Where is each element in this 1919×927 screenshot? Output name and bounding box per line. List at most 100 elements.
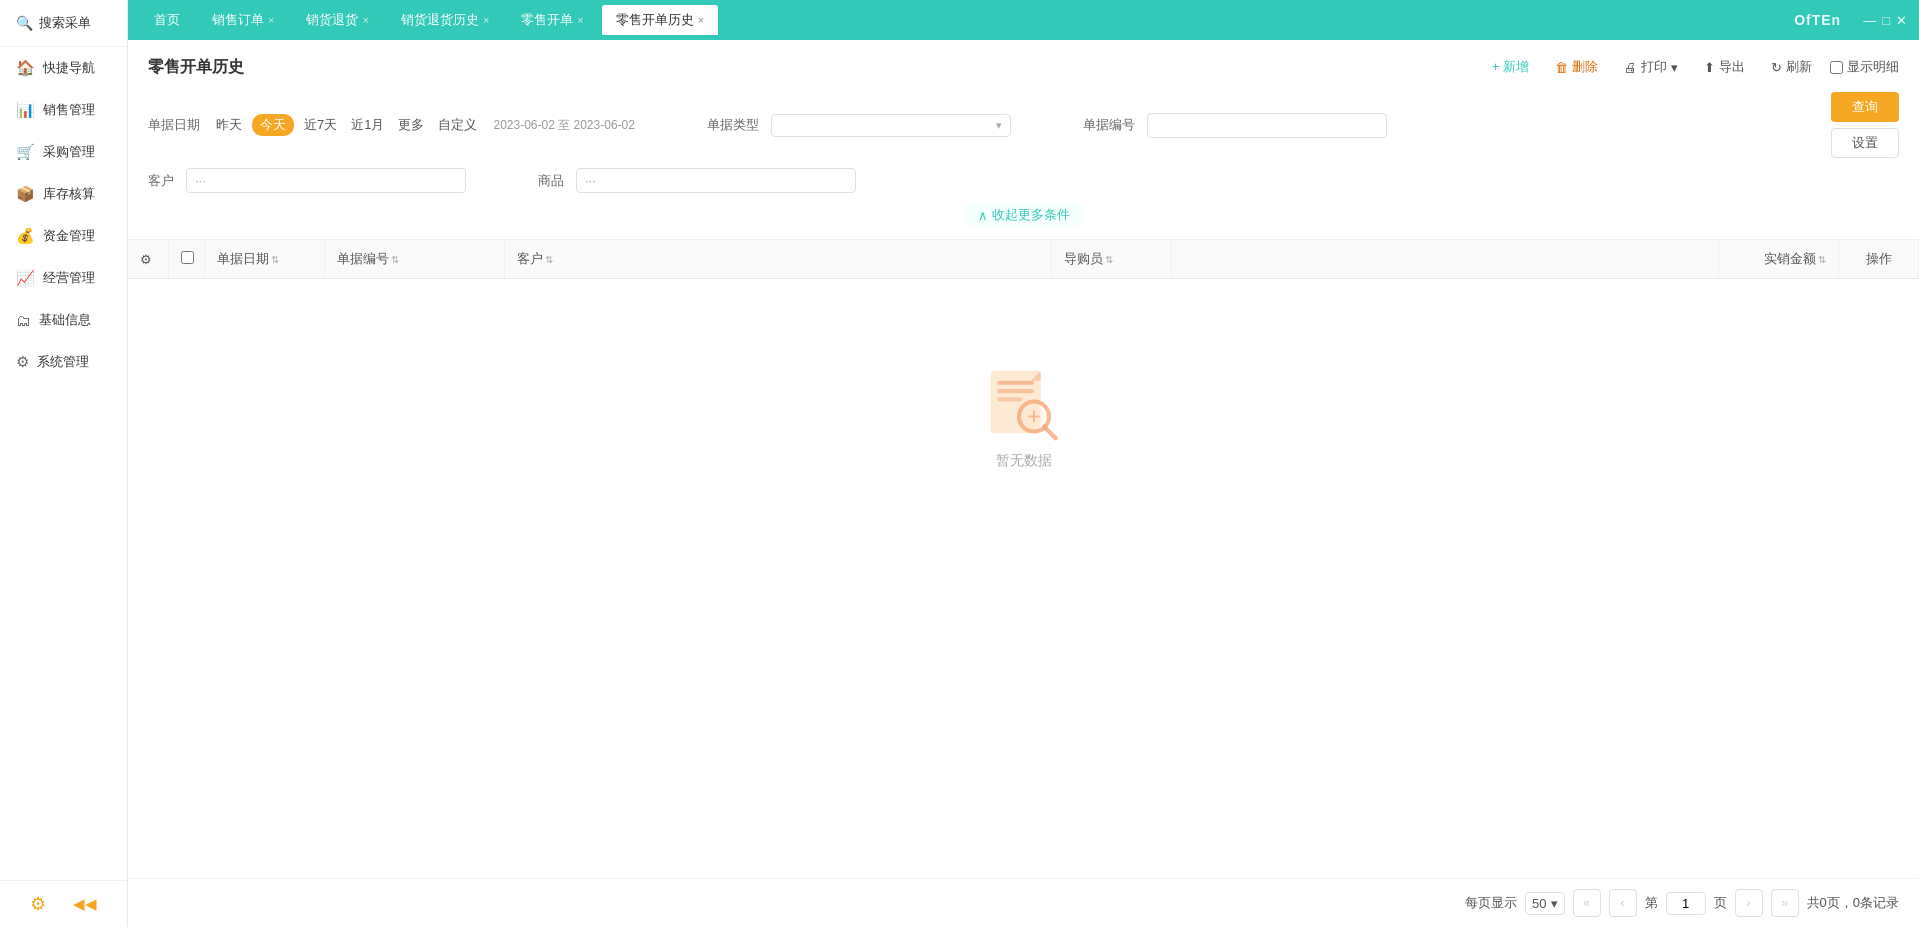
tab-label-sales-return: 销货退货: [306, 11, 358, 29]
tab-label-retail-open-history: 零售开单历史: [616, 11, 694, 29]
tab-sales-order[interactable]: 销售订单 ×: [198, 5, 288, 35]
date-today[interactable]: 今天: [252, 114, 294, 136]
filter-settings-button[interactable]: 设置: [1831, 128, 1899, 158]
prev-page-btn[interactable]: ‹: [1609, 889, 1637, 917]
sidebar-label-operations: 经营管理: [43, 269, 95, 287]
next-page-btn[interactable]: ›: [1735, 889, 1763, 917]
topbar: 首页销售订单 ×销货退货 ×销货退货历史 ×零售开单 ×零售开单历史 × OfT…: [128, 0, 1919, 40]
date-custom[interactable]: 自定义: [434, 114, 481, 136]
tab-sales-return[interactable]: 销货退货 ×: [292, 5, 382, 35]
date-yesterday[interactable]: 昨天: [212, 114, 246, 136]
sidebar-label-inventory: 库存核算: [43, 185, 95, 203]
print-arrow-icon: ▾: [1671, 60, 1678, 75]
total-records: 共0页，0条记录: [1807, 894, 1899, 912]
goods-dots: ···: [585, 173, 596, 188]
date-more[interactable]: 更多: [394, 114, 428, 136]
tab-close-sales-return[interactable]: ×: [362, 14, 368, 26]
last-page-btn[interactable]: »: [1771, 889, 1799, 917]
table-settings-icon[interactable]: ⚙: [140, 252, 152, 267]
tab-sales-return-history[interactable]: 销货退货历史 ×: [387, 5, 503, 35]
date-range-display: 2023-06-02 至 2023-06-02: [493, 117, 634, 134]
sidebar-item-purchase-mgmt[interactable]: 🛒 采购管理: [0, 131, 127, 173]
date-7days[interactable]: 近7天: [300, 114, 341, 136]
sales-mgmt-icon: 📊: [16, 101, 35, 119]
svg-rect-2: [997, 389, 1034, 393]
bill-number-input[interactable]: [1156, 118, 1378, 133]
chevron-up-icon: ∧: [978, 208, 988, 223]
close-btn[interactable]: ✕: [1896, 13, 1907, 28]
bill-number-label: 单据编号: [1083, 116, 1135, 134]
page-size-select[interactable]: 50 ▾: [1525, 892, 1564, 915]
page-label: 第: [1645, 894, 1658, 912]
tab-close-retail-open-history[interactable]: ×: [698, 14, 704, 26]
bill-sort-icon[interactable]: ⇅: [391, 254, 399, 265]
show-detail-checkbox[interactable]: 显示明细: [1830, 58, 1899, 76]
pagination: 每页显示 50 ▾ « ‹ 第 页 › » 共0页，0条记录: [128, 878, 1919, 927]
tab-retail-open[interactable]: 零售开单 ×: [507, 5, 597, 35]
settings-icon[interactable]: ⚙: [30, 893, 46, 915]
sidebar-search[interactable]: 🔍 搜索采单: [0, 0, 127, 47]
bill-type-arrow-icon: ▾: [996, 119, 1002, 132]
main-area: 首页销售订单 ×销货退货 ×销货退货历史 ×零售开单 ×零售开单历史 × OfT…: [128, 0, 1919, 927]
filter-row-1: 单据日期 昨天 今天 近7天 近1月 更多 自定义 2023-06-02 至 2…: [148, 92, 1899, 158]
date-sort-icon[interactable]: ⇅: [271, 254, 279, 265]
tab-close-retail-open[interactable]: ×: [577, 14, 583, 26]
refresh-button[interactable]: ↻ 刷新: [1763, 54, 1820, 80]
tab-home[interactable]: 首页: [140, 5, 194, 35]
th-checkbox: [168, 240, 204, 279]
print-button[interactable]: 🖨 打印 ▾: [1616, 54, 1686, 80]
sidebar-nav: 🏠 快捷导航 📊 销售管理 🛒 采购管理 📦 库存核算 💰 资金管理 📈 经营管…: [0, 47, 127, 880]
sidebar-footer: ⚙ ◀◀: [0, 880, 127, 927]
tab-label-sales-return-history: 销货退货历史: [401, 11, 479, 29]
tab-close-sales-order[interactable]: ×: [268, 14, 274, 26]
customer-input-wrapper[interactable]: ···: [186, 168, 466, 193]
data-table: ⚙ 单据日期⇅ 单据编号⇅ 客户⇅: [128, 240, 1919, 279]
th-bill-no: 单据编号⇅: [324, 240, 504, 279]
collapse-sidebar-icon[interactable]: ◀◀: [73, 895, 97, 913]
collapse-label: 收起更多条件: [992, 206, 1070, 224]
filter-row-2: 客户 ··· 商品 ···: [148, 168, 1899, 193]
page-title: 零售开单历史: [148, 57, 244, 78]
th-amount: 实销金额⇅: [1719, 240, 1839, 279]
tab-close-sales-return-history[interactable]: ×: [483, 14, 489, 26]
select-all-checkbox[interactable]: [181, 251, 194, 264]
sidebar-label-basic-info: 基础信息: [39, 311, 91, 329]
show-detail-input[interactable]: [1830, 61, 1843, 74]
sidebar-item-sales-mgmt[interactable]: 📊 销售管理: [0, 89, 127, 131]
guide-sort-icon[interactable]: ⇅: [1105, 254, 1113, 265]
inventory-icon: 📦: [16, 185, 35, 203]
page-number-input[interactable]: [1666, 892, 1706, 915]
sidebar-item-finance[interactable]: 💰 资金管理: [0, 215, 127, 257]
sidebar-label-quick-nav: 快捷导航: [43, 59, 95, 77]
tab-label-home: 首页: [154, 11, 180, 29]
sidebar-item-operations[interactable]: 📈 经营管理: [0, 257, 127, 299]
delete-button[interactable]: 🗑 删除: [1547, 54, 1606, 80]
client-sort-icon[interactable]: ⇅: [545, 254, 553, 265]
query-button[interactable]: 查询: [1831, 92, 1899, 122]
refresh-icon: ↻: [1771, 60, 1782, 75]
bill-type-select[interactable]: ▾: [771, 114, 1011, 137]
quick-nav-icon: 🏠: [16, 59, 35, 77]
date-1month[interactable]: 近1月: [347, 114, 388, 136]
svg-rect-3: [997, 397, 1022, 401]
tab-retail-open-history[interactable]: 零售开单历史 ×: [602, 5, 718, 35]
goods-input-wrapper[interactable]: ···: [576, 168, 856, 193]
sidebar: 🔍 搜索采单 🏠 快捷导航 📊 销售管理 🛒 采购管理 📦 库存核算 💰 资金管…: [0, 0, 128, 927]
sidebar-label-sales-mgmt: 销售管理: [43, 101, 95, 119]
search-icon: 🔍: [16, 15, 33, 31]
first-page-btn[interactable]: «: [1573, 889, 1601, 917]
sidebar-item-basic-info[interactable]: 🗂 基础信息: [0, 299, 127, 341]
maximize-btn[interactable]: □: [1882, 13, 1890, 28]
sidebar-item-quick-nav[interactable]: 🏠 快捷导航: [0, 47, 127, 89]
sidebar-item-inventory[interactable]: 📦 库存核算: [0, 173, 127, 215]
minimize-btn[interactable]: —: [1863, 13, 1876, 28]
content-area: 零售开单历史 + 新增 🗑 删除 🖨 打印 ▾ ⬆ 导出 ↻: [128, 40, 1919, 927]
sidebar-item-system-mgmt[interactable]: ⚙ 系统管理: [0, 341, 127, 383]
add-button[interactable]: + 新增: [1484, 54, 1537, 80]
collapse-button[interactable]: ∧ 收起更多条件: [964, 203, 1084, 227]
tab-label-retail-open: 零售开单: [521, 11, 573, 29]
export-button[interactable]: ⬆ 导出: [1696, 54, 1753, 80]
bill-number-input-wrapper: [1147, 113, 1387, 138]
amount-sort-icon[interactable]: ⇅: [1818, 254, 1826, 265]
page-size-label: 每页显示: [1465, 894, 1517, 912]
